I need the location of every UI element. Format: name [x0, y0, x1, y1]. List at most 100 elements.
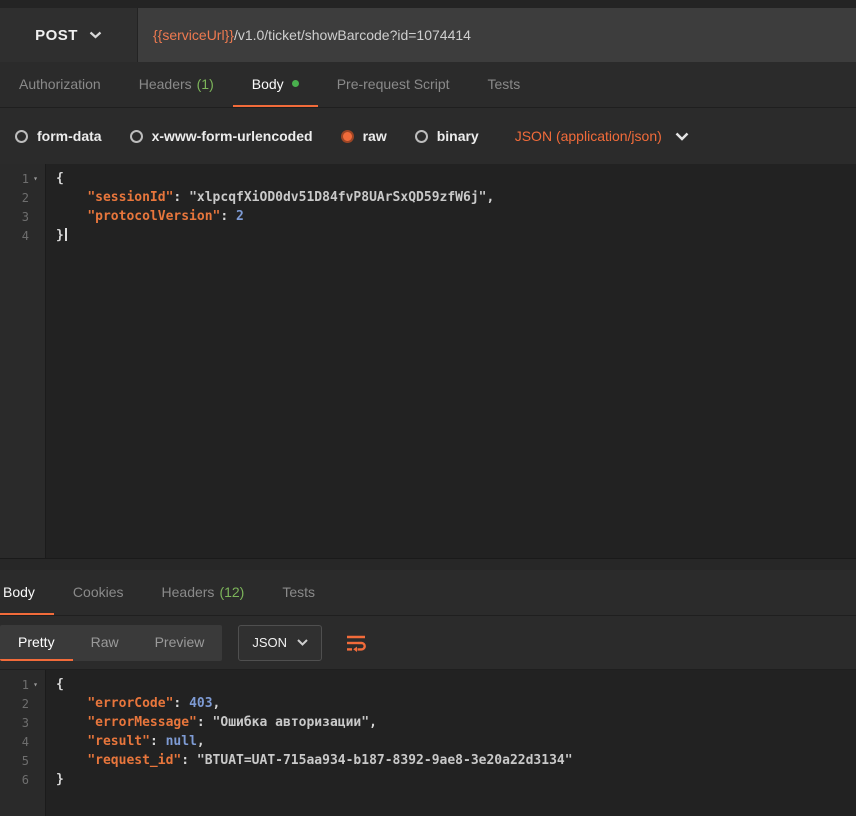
view-mode-preview[interactable]: Preview — [137, 625, 223, 661]
code-line: } — [56, 770, 856, 789]
gutter-row: 2 — [0, 188, 45, 207]
request-tabs: Authorization Headers (1) Body Pre-request S… — [0, 62, 856, 108]
body-mode-group: form-data x-www-form-urlencoded raw binary — [15, 128, 479, 144]
tab-label: Headers — [138, 75, 192, 92]
editor-code-area[interactable]: { "errorCode": 403, "errorMessage": "Оши… — [46, 670, 856, 816]
tab-label: Body — [3, 583, 35, 600]
code-line: { — [56, 675, 856, 694]
code-token: , — [369, 715, 377, 730]
code-token: } — [56, 228, 64, 243]
code-token: "Ошибка авторизации" — [212, 715, 370, 730]
tab-label: Cookies — [72, 583, 124, 600]
response-body-editor[interactable]: 1 ▾ 2 3 4 5 6 { "errorCode": 403, "errorMessage… — [0, 670, 856, 816]
code-line: "errorCode": 403, — [56, 694, 856, 713]
body-mode-form-data[interactable]: form-data — [15, 128, 102, 144]
body-mode-label: raw — [362, 128, 387, 144]
chevron-down-icon — [89, 31, 102, 39]
gutter-row: 5 — [0, 751, 45, 770]
format-dropdown[interactable]: JSON — [238, 624, 323, 661]
request-tab-body[interactable]: Body — [232, 62, 318, 107]
method-dropdown[interactable]: POST — [0, 8, 138, 62]
view-mode-pretty[interactable]: Pretty — [0, 625, 73, 661]
code-token: "xlpcqfXiOD0dv51D84fvP8UArSxQD59zfW6j" — [189, 190, 487, 205]
tab-label: Tests — [282, 583, 316, 600]
gutter-row: 4 — [0, 732, 45, 751]
gutter-row: 3 — [0, 713, 45, 732]
body-mode-x-www-form-urlencoded[interactable]: x-www-form-urlencoded — [129, 128, 313, 144]
chevron-down-icon — [297, 639, 308, 646]
radio-button — [129, 129, 143, 143]
request-tab-authorization[interactable]: Authorization — [0, 62, 120, 107]
code-token: "errorCode" — [87, 696, 174, 711]
line-number: 6 — [21, 772, 29, 787]
content-type-label: JSON (application/json) — [514, 128, 662, 144]
code-token: "sessionId" — [87, 190, 174, 205]
response-tab-tests[interactable]: Tests — [263, 570, 334, 615]
code-token: "protocolVersion" — [87, 209, 221, 224]
code-token: "request_id" — [87, 753, 182, 768]
editor-code-area[interactable]: { "sessionId": "xlpcqfXiOD0dv51D84fvP8UA… — [46, 164, 856, 558]
line-number: 3 — [21, 715, 29, 730]
code-token: : — [173, 190, 190, 205]
url-variable: {{serviceUrl}} — [153, 27, 234, 43]
radio-button — [414, 129, 428, 143]
body-mode-label: form-data — [37, 128, 102, 144]
gutter-row: 6 — [0, 770, 45, 789]
body-mode-label: x-www-form-urlencoded — [151, 128, 313, 144]
request-tab-pre-request-script[interactable]: Pre-request Script — [318, 62, 469, 107]
body-mode-raw[interactable]: raw — [340, 128, 387, 144]
view-mode-group: Pretty Raw Preview — [0, 624, 223, 661]
tab-label: Body — [251, 75, 284, 92]
text-cursor — [64, 228, 67, 241]
request-tab-headers[interactable]: Headers (1) — [120, 62, 233, 107]
postman-window: POST {{serviceUrl}}/v1.0/ticket/showBarc… — [0, 0, 856, 816]
view-mode-raw[interactable]: Raw — [73, 625, 137, 661]
code-token: } — [56, 772, 64, 787]
code-line: "protocolVersion": 2 — [56, 207, 856, 226]
response-tab-cookies[interactable]: Cookies — [54, 570, 143, 615]
content-type-dropdown[interactable]: JSON (application/json) — [515, 128, 689, 144]
chevron-down-icon — [675, 132, 689, 141]
body-mode-binary[interactable]: binary — [414, 128, 479, 144]
line-number: 1 — [21, 677, 29, 692]
url-input[interactable]: {{serviceUrl}}/v1.0/ticket/showBarcode?i… — [138, 8, 856, 62]
code-token: , — [212, 696, 221, 711]
tab-label: Pre-request Script — [336, 75, 450, 92]
radio-button — [15, 129, 28, 143]
code-line: "result": null, — [56, 732, 856, 751]
request-body-editor[interactable]: 1 ▾ 2 3 4{ "sessionId": "xlpcqfXiOD0dv51D84f… — [0, 164, 856, 558]
body-mode-row: form-data x-www-form-urlencoded raw binary … — [0, 108, 856, 164]
code-token: 403 — [189, 696, 213, 711]
wrap-lines-button[interactable] — [338, 625, 374, 661]
code-token: : — [181, 753, 197, 768]
fold-toggle-icon[interactable]: ▾ — [29, 680, 42, 689]
line-number: 4 — [21, 228, 29, 243]
editor-gutter: 1 ▾ 2 3 4 — [0, 164, 46, 558]
line-number: 2 — [21, 696, 29, 711]
section-divider — [0, 558, 856, 570]
response-tabs: Body Cookies Headers (12) Tests — [0, 570, 856, 616]
line-number: 2 — [21, 190, 29, 205]
code-token: 2 — [236, 209, 244, 224]
gutter-row: 3 — [0, 207, 45, 226]
code-token: , — [486, 190, 495, 205]
code-token: { — [56, 171, 64, 186]
code-line: "sessionId": "xlpcqfXiOD0dv51D84fvP8UArS… — [56, 188, 856, 207]
line-number: 3 — [21, 209, 29, 224]
editor-gutter: 1 ▾ 2 3 4 5 6 — [0, 670, 46, 816]
response-tab-body[interactable]: Body — [0, 570, 54, 615]
code-line: "errorMessage": "Ошибка авторизации", — [56, 713, 856, 732]
code-line: { — [56, 169, 856, 188]
request-tab-tests[interactable]: Tests — [469, 62, 540, 107]
gutter-row: 4 — [0, 226, 45, 245]
code-token: : — [220, 209, 237, 224]
code-token: "BTUAT=UAT-715aa934-b187-8392-9ae8-3e20a… — [196, 753, 573, 768]
code-token: : — [149, 734, 166, 749]
code-line: } — [56, 226, 856, 245]
response-tab-headers[interactable]: Headers (12) — [143, 570, 264, 615]
fold-toggle-icon[interactable]: ▾ — [29, 174, 42, 183]
